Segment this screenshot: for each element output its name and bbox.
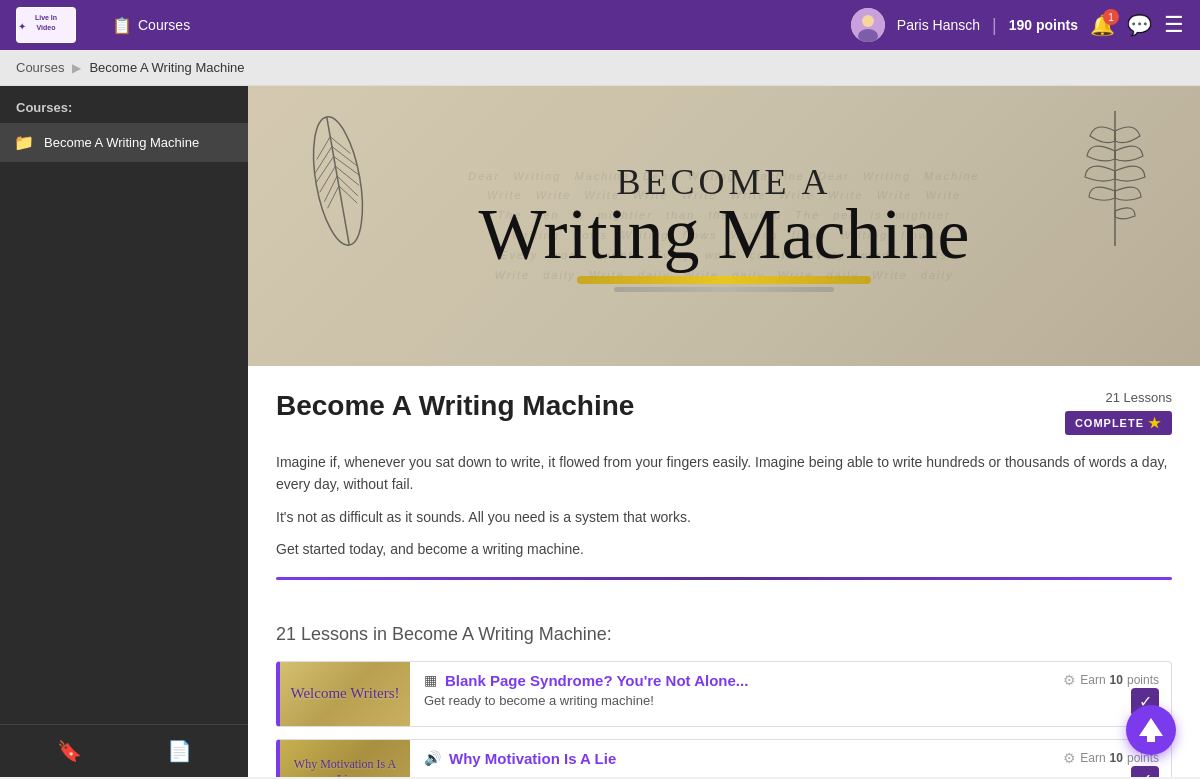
- notification-badge: 1: [1103, 9, 1119, 25]
- breadcrumb-courses-link[interactable]: Courses: [16, 60, 64, 75]
- banner-underline-gray: [614, 287, 835, 292]
- lesson-thumbnail: Why Motivation Is A Lie: [280, 740, 410, 777]
- courses-icon: 📋: [112, 16, 132, 35]
- lessons-section: 21 Lessons in Become A Writing Machine: …: [248, 616, 1200, 777]
- folder-icon: 📁: [14, 133, 34, 152]
- lesson-title-row: 🔊 Why Motivation Is A Lie: [424, 750, 1037, 767]
- svg-text:Live In: Live In: [35, 14, 57, 21]
- lesson-thumbnail: Welcome Writers!: [280, 662, 410, 726]
- fab-icon: [1137, 716, 1165, 744]
- points-gear-icon: ⚙: [1063, 750, 1076, 766]
- course-description-3: Get started today, and become a writing …: [276, 538, 1172, 560]
- sidebar-header: Courses:: [0, 86, 248, 123]
- lesson-title[interactable]: Blank Page Syndrome? You're Not Alone...: [445, 672, 748, 689]
- lessons-section-title: 21 Lessons in Become A Writing Machine:: [276, 624, 1172, 645]
- points-gear-icon: ⚙: [1063, 672, 1076, 688]
- lesson-card[interactable]: Welcome Writers! ▦ Blank Page Syndrome? …: [276, 661, 1172, 727]
- points-display: 190 points: [1009, 17, 1078, 33]
- lesson-thumb-text: Why Motivation Is A Lie: [280, 749, 410, 777]
- sidebar-item-become-writing-machine[interactable]: 📁 Become A Writing Machine: [0, 123, 248, 162]
- nav-courses-label: Courses: [138, 17, 190, 33]
- lesson-content: ▦ Blank Page Syndrome? You're Not Alone.…: [410, 662, 1051, 726]
- svg-point-5: [862, 15, 874, 27]
- nav-courses[interactable]: 📋 Courses: [112, 16, 190, 35]
- lesson-thumb-text: Welcome Writers!: [282, 677, 407, 710]
- notification-bell[interactable]: 🔔 1: [1090, 13, 1115, 37]
- lessons-badge-area: 21 Lessons COMPLETE ★: [1065, 390, 1172, 435]
- svg-line-8: [327, 117, 350, 245]
- svg-marker-22: [1139, 718, 1163, 736]
- document-icon[interactable]: 📄: [167, 739, 192, 763]
- complete-badge: COMPLETE ★: [1065, 411, 1172, 435]
- lesson-title[interactable]: Why Motivation Is A Lie: [449, 750, 616, 767]
- banner-underline-gold: [577, 276, 872, 284]
- points-number: 10: [1110, 751, 1123, 765]
- hamburger-menu-icon[interactable]: ☰: [1164, 12, 1184, 38]
- lesson-title-row: ▦ Blank Page Syndrome? You're Not Alone.…: [424, 672, 1037, 689]
- lesson-content: 🔊 Why Motivation Is A Lie: [410, 740, 1051, 777]
- lesson-description: Get ready to become a writing machine!: [424, 693, 1037, 708]
- lessons-count: 21 Lessons: [1106, 390, 1173, 405]
- main-content: Dear Writing Machine Dear Writing Machin…: [248, 86, 1200, 777]
- complete-label: COMPLETE: [1075, 417, 1144, 429]
- sidebar: Courses: 📁 Become A Writing Machine 🔖 📄: [0, 86, 248, 777]
- username: Paris Hansch: [897, 17, 980, 33]
- course-title: Become A Writing Machine: [276, 390, 634, 422]
- banner-content: BECOME A Writing Machine: [459, 141, 990, 312]
- separator: |: [992, 15, 997, 36]
- points-number: 10: [1110, 673, 1123, 687]
- header-right: Paris Hansch | 190 points 🔔 1 💬 ☰: [851, 8, 1184, 42]
- complete-star-icon: ★: [1148, 415, 1162, 431]
- banner-line2: Writing Machine: [479, 198, 970, 270]
- avatar[interactable]: [851, 8, 885, 42]
- bookmark-icon[interactable]: 🔖: [57, 739, 82, 763]
- course-divider: [276, 577, 1172, 580]
- svg-rect-23: [1147, 736, 1155, 742]
- course-banner: Dear Writing Machine Dear Writing Machin…: [248, 86, 1200, 366]
- sidebar-item-label: Become A Writing Machine: [44, 135, 199, 150]
- earn-points: ⚙ Earn 10 points: [1063, 672, 1159, 688]
- main-layout: Courses: 📁 Become A Writing Machine 🔖 📄 …: [0, 86, 1200, 777]
- fab-button[interactable]: [1126, 705, 1176, 755]
- sidebar-bottom: 🔖 📄: [0, 724, 248, 777]
- lesson-type-icon: ▦: [424, 672, 437, 688]
- breadcrumb-separator: ▶: [72, 61, 81, 75]
- message-icon[interactable]: 💬: [1127, 13, 1152, 37]
- course-description-1: Imagine if, whenever you sat down to wri…: [276, 451, 1172, 496]
- course-description-2: It's not as difficult as it sounds. All …: [276, 506, 1172, 528]
- course-info-section: Become A Writing Machine 21 Lessons COMP…: [248, 366, 1200, 616]
- breadcrumb: Courses ▶ Become A Writing Machine: [0, 50, 1200, 86]
- svg-text:✦: ✦: [18, 21, 26, 32]
- lesson-card[interactable]: Why Motivation Is A Lie 🔊 Why Motivation…: [276, 739, 1172, 777]
- header: Live In Video ✦ 📋 Courses Paris Hansch |…: [0, 0, 1200, 50]
- logo-image: Live In Video ✦: [16, 7, 76, 43]
- leaf-decoration-right: [1075, 101, 1155, 251]
- lesson-type-icon: 🔊: [424, 750, 441, 766]
- svg-text:Video: Video: [37, 24, 56, 31]
- completed-checkbox[interactable]: ✓: [1131, 766, 1159, 777]
- breadcrumb-current: Become A Writing Machine: [89, 60, 244, 75]
- logo[interactable]: Live In Video ✦: [16, 7, 76, 43]
- course-title-row: Become A Writing Machine 21 Lessons COMP…: [276, 390, 1172, 435]
